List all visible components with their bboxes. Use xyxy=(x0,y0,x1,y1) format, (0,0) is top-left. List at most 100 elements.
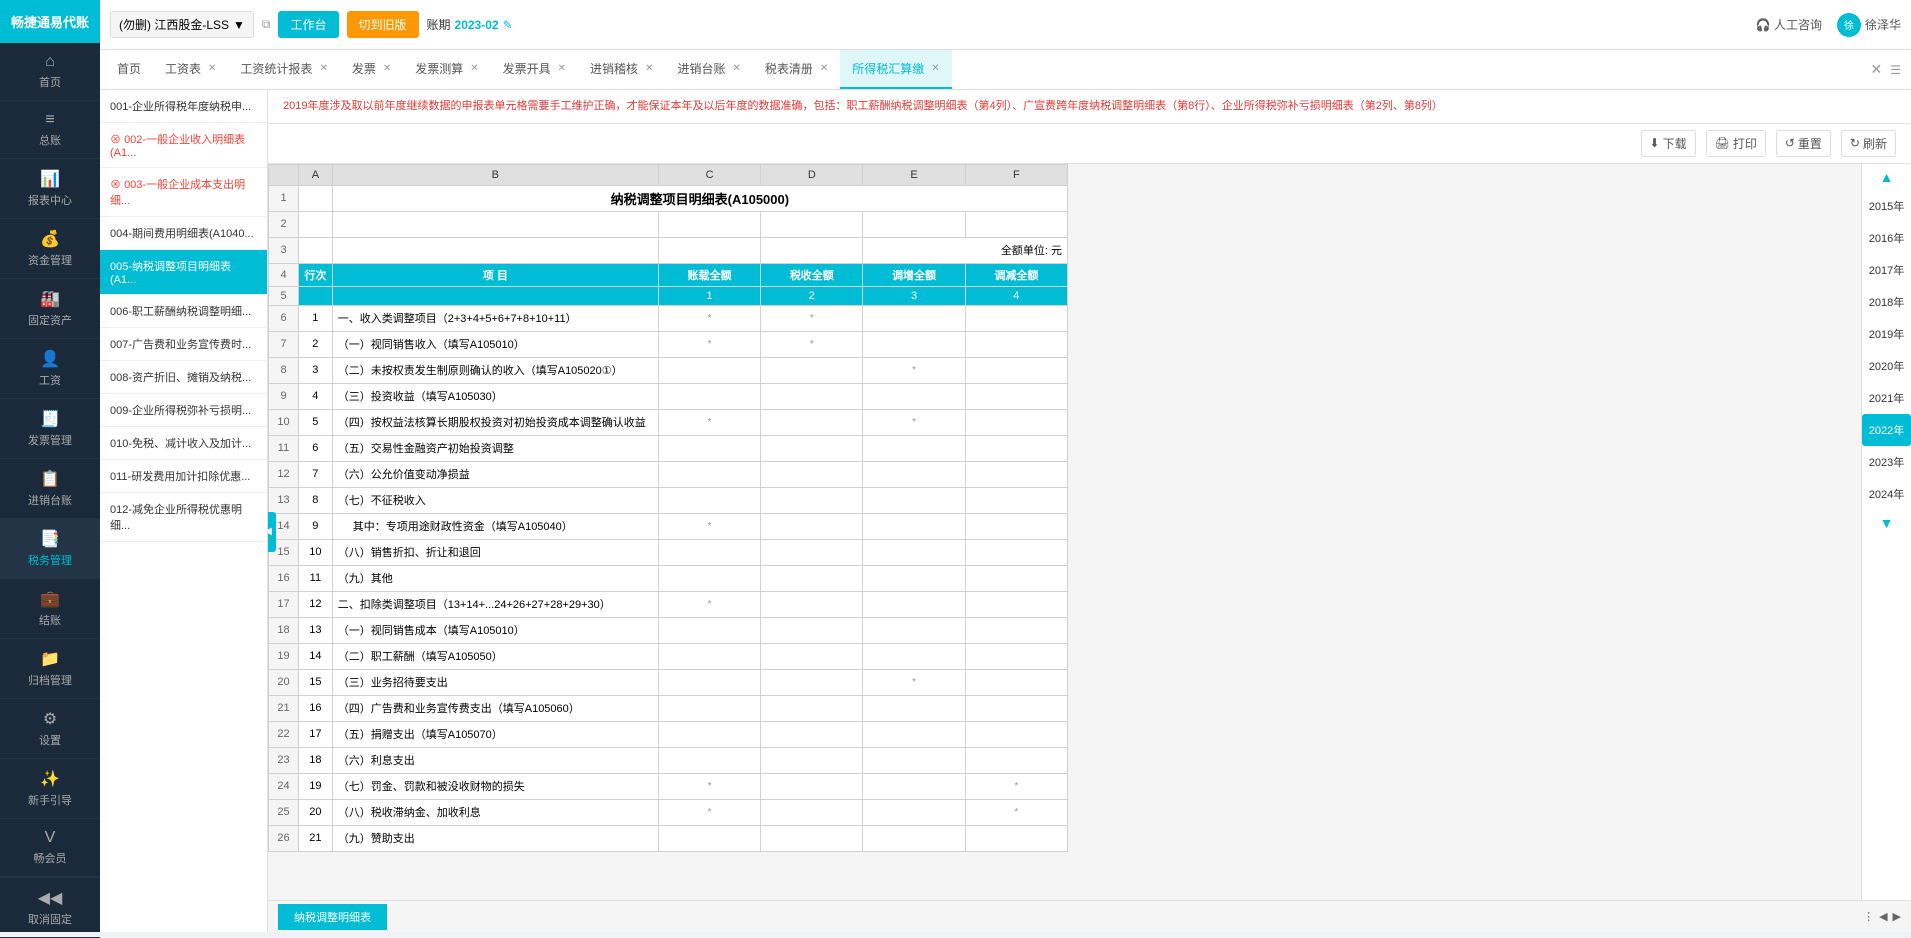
cell-16-d[interactable] xyxy=(761,565,863,591)
cell-12-d[interactable] xyxy=(761,461,863,487)
cell-12-c[interactable] xyxy=(658,461,760,487)
cell-25-e[interactable] xyxy=(863,799,965,825)
bottom-tab-adjustment[interactable]: 纳税调整明细表 xyxy=(278,904,387,930)
cell-19-f[interactable] xyxy=(965,643,1067,669)
cell-16-item[interactable]: （九）其他 xyxy=(332,565,658,591)
year-2018[interactable]: 2018年 xyxy=(1862,286,1911,318)
cell-9-d[interactable] xyxy=(761,383,863,409)
year-scroll-down[interactable]: ▼ xyxy=(1875,510,1899,536)
cell-14-item[interactable]: 其中：专项用途财政性资金（填写A105040） xyxy=(332,513,658,539)
left-item-011[interactable]: 011-研发费用加计扣除优惠... xyxy=(100,460,267,493)
cell-24-d[interactable] xyxy=(761,773,863,799)
cell-3-b[interactable] xyxy=(332,237,658,263)
cell-7-c[interactable]: * xyxy=(658,331,760,357)
cell-8-e[interactable]: * xyxy=(863,357,965,383)
cell-20-e[interactable]: * xyxy=(863,669,965,695)
close-tab-payroll[interactable]: ✕ xyxy=(208,63,216,74)
cell-26-item[interactable]: （九）赞助支出 xyxy=(332,825,658,851)
cell-18-e[interactable] xyxy=(863,617,965,643)
sidebar-item-guide[interactable]: ✨ 新手引导 xyxy=(0,759,100,819)
cell-16-c[interactable] xyxy=(658,565,760,591)
user-menu[interactable]: 徐 徐泽华 xyxy=(1837,13,1901,37)
sidebar-item-ledger[interactable]: ≡ 总账 xyxy=(0,101,100,159)
left-item-003[interactable]: 003-一般企业成本支出明细... xyxy=(100,168,267,217)
cell-8-item[interactable]: （二）未按权责发生制原则确认的收入（填写A105020①） xyxy=(332,357,658,383)
cell-7-d[interactable]: * xyxy=(761,331,863,357)
close-tab-invoice[interactable]: ✕ xyxy=(383,63,391,74)
cell-21-e[interactable] xyxy=(863,695,965,721)
sidebar-item-vip[interactable]: V 畅会员 xyxy=(0,819,100,877)
tab-sales-ledger[interactable]: 进销台账 ✕ xyxy=(665,50,752,89)
close-tab-invoice-open[interactable]: ✕ xyxy=(558,63,566,74)
cell-6-c[interactable]: * xyxy=(658,305,760,331)
cell-24-item[interactable]: （七）罚金、罚款和被没收财物的损失 xyxy=(332,773,658,799)
switch-old-button[interactable]: 切到旧版 xyxy=(347,11,419,38)
sidebar-item-sales[interactable]: 📋 进销台账 xyxy=(0,459,100,519)
cell-7-f[interactable] xyxy=(965,331,1067,357)
cell-19-c[interactable] xyxy=(658,643,760,669)
year-2024[interactable]: 2024年 xyxy=(1862,478,1911,510)
close-tab-invoice-calc[interactable]: ✕ xyxy=(470,63,478,74)
year-2020[interactable]: 2020年 xyxy=(1862,350,1911,382)
tab-tax-return[interactable]: 税表清册 ✕ xyxy=(753,50,840,89)
cell-2-e[interactable] xyxy=(863,211,965,237)
left-item-010[interactable]: 010-免税、减计收入及加计... xyxy=(100,427,267,460)
cell-2-a[interactable] xyxy=(299,211,333,237)
cell-11-e[interactable] xyxy=(863,435,965,461)
cell-8-f[interactable] xyxy=(965,357,1067,383)
cell-19-d[interactable] xyxy=(761,643,863,669)
cell-9-item[interactable]: （三）投资收益（填写A105030） xyxy=(332,383,658,409)
cell-15-c[interactable] xyxy=(658,539,760,565)
cell-20-c[interactable] xyxy=(658,669,760,695)
cell-25-c[interactable]: * xyxy=(658,799,760,825)
year-2015[interactable]: 2015年 xyxy=(1862,190,1911,222)
cell-24-c[interactable]: * xyxy=(658,773,760,799)
left-item-002[interactable]: 002-一般企业收入明细表(A1... xyxy=(100,123,267,168)
cell-11-c[interactable] xyxy=(658,435,760,461)
cell-3-a[interactable] xyxy=(299,237,333,263)
close-all-tabs-icon[interactable]: ✕ xyxy=(1871,61,1883,78)
nav-right-arrow[interactable]: ▶ xyxy=(1893,910,1901,923)
cell-23-c[interactable] xyxy=(658,747,760,773)
cell-10-f[interactable] xyxy=(965,409,1067,435)
cell-1-a[interactable] xyxy=(299,185,333,211)
tab-invoice-calc[interactable]: 发票测算 ✕ xyxy=(403,50,490,89)
close-tab-sales-check[interactable]: ✕ xyxy=(645,63,653,74)
support-link[interactable]: 🎧 人工咨询 xyxy=(1756,16,1822,33)
cell-7-e[interactable] xyxy=(863,331,965,357)
nav-left-arrow[interactable]: ◀ xyxy=(1879,910,1887,923)
cell-25-f[interactable]: * xyxy=(965,799,1067,825)
year-2023[interactable]: 2023年 xyxy=(1862,446,1911,478)
cell-18-f[interactable] xyxy=(965,617,1067,643)
cell-22-item[interactable]: （五）捐赠支出（填写A105070） xyxy=(332,721,658,747)
workspace-button[interactable]: 工作台 xyxy=(278,11,338,38)
cell-18-d[interactable] xyxy=(761,617,863,643)
cell-23-f[interactable] xyxy=(965,747,1067,773)
cell-8-c[interactable] xyxy=(658,357,760,383)
cell-15-item[interactable]: （八）销售折扣、折让和退回 xyxy=(332,539,658,565)
cell-20-item[interactable]: （三）业务招待要支出 xyxy=(332,669,658,695)
year-2017[interactable]: 2017年 xyxy=(1862,254,1911,286)
cell-2-d[interactable] xyxy=(761,211,863,237)
download-button[interactable]: ⬇ 下载 xyxy=(1641,130,1696,157)
left-item-004[interactable]: 004-期间费用明细表(A1040... xyxy=(100,217,267,250)
cell-26-e[interactable] xyxy=(863,825,965,851)
cell-18-item[interactable]: （一）视同销售成本（填写A105010） xyxy=(332,617,658,643)
sidebar-item-reports[interactable]: 📊 报表中心 xyxy=(0,159,100,219)
left-item-008[interactable]: 008-资产折旧、摊销及纳税... xyxy=(100,361,267,394)
cell-17-item[interactable]: 二、扣除类调整项目（13+14+...24+26+27+28+29+30） xyxy=(332,591,658,617)
refresh-button[interactable]: ↻ 刷新 xyxy=(1841,130,1896,157)
cell-14-d[interactable] xyxy=(761,513,863,539)
cell-13-item[interactable]: （七）不征税收入 xyxy=(332,487,658,513)
cell-9-f[interactable] xyxy=(965,383,1067,409)
cell-13-e[interactable] xyxy=(863,487,965,513)
cell-9-c[interactable] xyxy=(658,383,760,409)
sidebar-item-tax[interactable]: 📑 税务管理 xyxy=(0,519,100,579)
print-button[interactable]: 🖨 打印 xyxy=(1706,130,1766,157)
cell-15-e[interactable] xyxy=(863,539,965,565)
cell-12-e[interactable] xyxy=(863,461,965,487)
cell-21-item[interactable]: （四）广告费和业务宣传费支出（填写A105060） xyxy=(332,695,658,721)
cell-24-e[interactable] xyxy=(863,773,965,799)
cell-22-e[interactable] xyxy=(863,721,965,747)
cell-26-f[interactable] xyxy=(965,825,1067,851)
